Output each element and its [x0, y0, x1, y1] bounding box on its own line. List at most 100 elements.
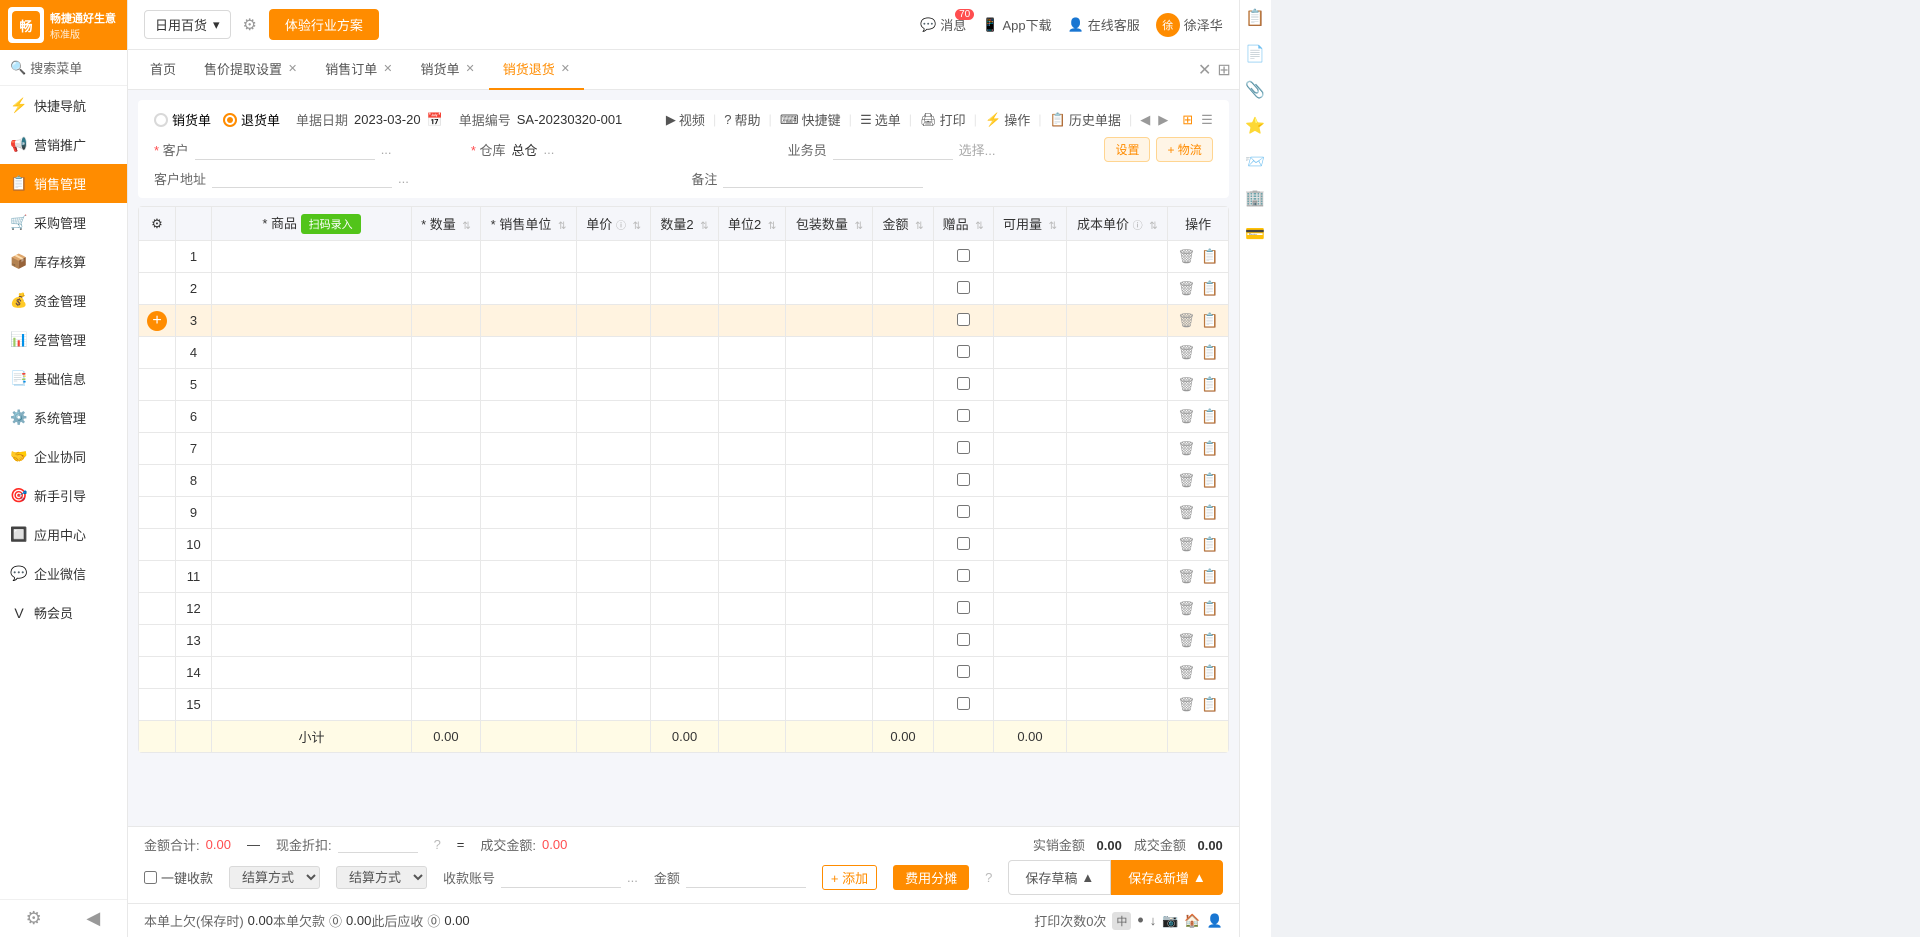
note-input[interactable]: [723, 168, 923, 188]
notification-button[interactable]: 💬 消息 70: [920, 15, 966, 34]
right-panel-icon-3[interactable]: 📎: [1245, 80, 1265, 100]
settings-bottom-icon[interactable]: ⚙: [8, 908, 60, 929]
sidebar-item-operations[interactable]: 📊 经营管理: [0, 320, 127, 359]
avail-sort-icon[interactable]: ⇅: [1049, 221, 1057, 232]
toolbar-actions-btn[interactable]: ⚡ 操作: [985, 110, 1030, 129]
gift-checkbox-7[interactable]: [957, 441, 970, 454]
list-view-icon[interactable]: ☰: [1201, 112, 1213, 128]
delete-row-icon-10[interactable]: 🗑: [1178, 536, 1196, 553]
copy-row-icon-6[interactable]: 📋: [1201, 408, 1218, 425]
delete-row-icon-13[interactable]: 🗑: [1178, 632, 1196, 649]
gift-checkbox-5[interactable]: [957, 377, 970, 390]
delete-row-icon-9[interactable]: 🗑: [1178, 504, 1196, 521]
next-doc-icon[interactable]: ▶: [1158, 112, 1168, 128]
delete-row-icon-4[interactable]: 🗑: [1178, 344, 1196, 361]
copy-row-icon-7[interactable]: 📋: [1201, 440, 1218, 457]
sidebar-item-marketing[interactable]: 📢 营销推广: [0, 125, 127, 164]
account-input[interactable]: [501, 868, 621, 888]
copy-row-icon-11[interactable]: 📋: [1201, 568, 1218, 585]
gift-checkbox-10[interactable]: [957, 537, 970, 550]
tab-close-all-icon[interactable]: ✕: [1198, 60, 1211, 80]
pack-sort-icon[interactable]: ⇅: [855, 221, 863, 232]
topbar-gear-icon[interactable]: ⚙: [243, 15, 257, 35]
gift-checkbox-14[interactable]: [957, 665, 970, 678]
cost-info-icon[interactable]: ⓘ: [1133, 221, 1143, 232]
tab-close-icon[interactable]: ✕: [383, 62, 392, 75]
calc-select[interactable]: 结算方式: [336, 866, 427, 889]
tab-sale-return[interactable]: 销货退货 ✕: [489, 50, 584, 90]
sidebar-item-enterprise[interactable]: 🤝 企业协同: [0, 437, 127, 476]
radio-sale-return[interactable]: 退货单: [223, 110, 280, 129]
copy-row-icon-14[interactable]: 📋: [1201, 664, 1218, 681]
user-profile-button[interactable]: 徐 徐泽华: [1156, 13, 1223, 37]
column-settings-button[interactable]: 设置: [1104, 137, 1150, 162]
gift-checkbox-11[interactable]: [957, 569, 970, 582]
sidebar-item-guide[interactable]: 🎯 新手引导: [0, 476, 127, 515]
sidebar-item-basics[interactable]: 📑 基础信息: [0, 359, 127, 398]
radio-sale-delivery[interactable]: 销货单: [154, 110, 211, 129]
tab-maximize-icon[interactable]: ⊞: [1217, 60, 1230, 80]
copy-row-icon-12[interactable]: 📋: [1201, 600, 1218, 617]
price-sort-icon[interactable]: ⇅: [633, 221, 641, 232]
save-draft-button[interactable]: 保存草稿 ▲: [1008, 860, 1111, 895]
copy-row-icon-3[interactable]: 📋: [1201, 312, 1218, 329]
delete-row-icon-7[interactable]: 🗑: [1178, 440, 1196, 457]
tab-sale-delivery[interactable]: 销货单 ✕: [406, 50, 488, 90]
one-key-pay-check[interactable]: [144, 871, 157, 884]
right-panel-icon-7[interactable]: 💳: [1245, 224, 1265, 244]
app-download-button[interactable]: 📱 App下载: [982, 15, 1051, 34]
add-logistics-button[interactable]: + 物流: [1156, 137, 1212, 162]
sidebar-item-inventory[interactable]: 📦 库存核算: [0, 242, 127, 281]
prev-doc-icon[interactable]: ◀: [1140, 112, 1150, 128]
gift-checkbox-1[interactable]: [957, 249, 970, 262]
trial-button[interactable]: 体验行业方案: [269, 9, 379, 40]
grid-view-icon[interactable]: ⊞: [1182, 112, 1193, 128]
toolbar-history-btn[interactable]: 📋 历史单据: [1050, 110, 1121, 129]
sidebar-item-system[interactable]: ⚙️ 系统管理: [0, 398, 127, 437]
calendar-icon[interactable]: 📅: [427, 112, 443, 128]
tab-sale-order[interactable]: 销售订单 ✕: [311, 50, 406, 90]
copy-row-icon-2[interactable]: 📋: [1201, 280, 1218, 297]
copy-row-icon-13[interactable]: 📋: [1201, 632, 1218, 649]
right-panel-icon-2[interactable]: 📄: [1245, 44, 1265, 64]
gift-sort-icon[interactable]: ⇅: [975, 221, 983, 232]
product-input-1[interactable]: [220, 249, 403, 264]
unit-sort-icon[interactable]: ⇅: [558, 221, 566, 232]
toolbar-shortcut-btn[interactable]: ⌨ 快捷键: [780, 110, 841, 129]
tab-close-icon[interactable]: ✕: [466, 62, 475, 75]
qty2-sort-icon[interactable]: ⇅: [700, 221, 708, 232]
collapse-icon[interactable]: ◀: [68, 908, 120, 929]
tab-home[interactable]: 首页: [136, 50, 190, 90]
toolbar-help-btn[interactable]: ? 帮助: [724, 110, 760, 129]
gift-checkbox-2[interactable]: [957, 281, 970, 294]
tab-close-active-icon[interactable]: ✕: [561, 62, 570, 75]
right-panel-icon-1[interactable]: 📋: [1245, 8, 1265, 28]
toolbar-video-btn[interactable]: ▶ 视频: [666, 110, 705, 129]
save-new-button[interactable]: 保存&新增 ▲: [1111, 860, 1223, 895]
add-row-button[interactable]: +: [147, 311, 167, 331]
settlement-select[interactable]: 结算方式: [229, 866, 320, 889]
sidebar-item-search[interactable]: 🔍 搜索菜单: [0, 50, 127, 86]
address-input[interactable]: [212, 168, 392, 188]
salesperson-input[interactable]: [833, 140, 953, 160]
gift-checkbox-9[interactable]: [957, 505, 970, 518]
sidebar-item-quick-nav[interactable]: ⚡ 快捷导航: [0, 86, 127, 125]
fee-split-button[interactable]: 费用分摊: [893, 865, 969, 890]
sidebar-item-purchase[interactable]: 🛒 采购管理: [0, 203, 127, 242]
right-panel-icon-6[interactable]: 🏢: [1245, 188, 1265, 208]
delete-row-icon-5[interactable]: 🗑: [1178, 376, 1196, 393]
sidebar-item-wechat[interactable]: 💬 企业微信: [0, 554, 127, 593]
delete-row-icon-11[interactable]: 🗑: [1178, 568, 1196, 585]
delete-row-icon-15[interactable]: 🗑: [1178, 696, 1196, 713]
question-icon[interactable]: ?: [434, 837, 441, 852]
right-panel-icon-5[interactable]: 📨: [1245, 152, 1265, 172]
copy-row-icon-8[interactable]: 📋: [1201, 472, 1218, 489]
unit2-sort-icon[interactable]: ⇅: [768, 221, 776, 232]
qty-sort-icon[interactable]: ⇅: [462, 221, 470, 232]
copy-row-icon-4[interactable]: 📋: [1201, 344, 1218, 361]
delete-row-icon-14[interactable]: 🗑: [1178, 664, 1196, 681]
delete-row-icon-8[interactable]: 🗑: [1178, 472, 1196, 489]
warehouse-picker-btn[interactable]: ...: [544, 142, 555, 157]
gift-checkbox-4[interactable]: [957, 345, 970, 358]
gift-checkbox-8[interactable]: [957, 473, 970, 486]
